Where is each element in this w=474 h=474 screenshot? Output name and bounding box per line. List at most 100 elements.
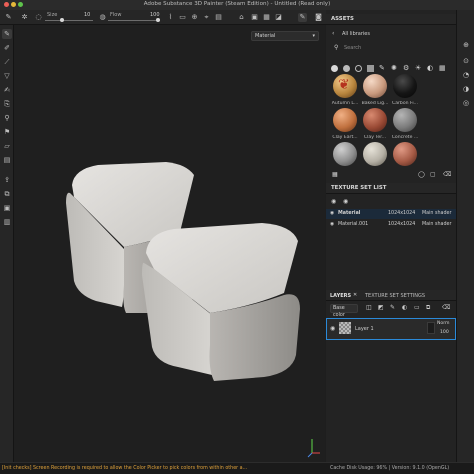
projection-tool-icon[interactable]: ⟋ <box>2 57 12 67</box>
add-paint-layer-icon[interactable]: ✎ <box>390 304 395 311</box>
add-effect-icon[interactable]: ◫ <box>366 304 372 311</box>
flow-slider[interactable] <box>108 20 160 21</box>
layer-mask-thumb <box>427 322 435 334</box>
display-icon[interactable]: ◑ <box>461 84 471 94</box>
delete-layer-icon[interactable]: ⌫ <box>442 304 450 311</box>
chevron-left-icon[interactable]: ‹ <box>332 30 334 37</box>
eye-icon[interactable]: ◉ <box>330 325 335 332</box>
tools-sidebar: ✎ ✐ ⟋ ▽ ✍ ⎘ ⚲ ⚑ ▱ ▤ ⇪ ⧉ ▣ ▥ <box>0 25 14 462</box>
add-mask-icon[interactable]: ◐ <box>402 304 407 311</box>
duplicate-icon[interactable]: ⧉ <box>426 304 430 312</box>
filter-shaders-icon[interactable]: ◐ <box>427 64 433 72</box>
scene-icon[interactable]: ⧉ <box>2 189 12 199</box>
filter-smart-materials-icon[interactable] <box>355 65 362 72</box>
assets-breadcrumb[interactable]: All libraries <box>342 31 370 37</box>
material-thumb[interactable] <box>333 142 357 166</box>
texture-set-name: Material <box>338 211 361 216</box>
cubes-render <box>66 162 320 458</box>
texture-set-row[interactable]: ◉ Material 1024x1024 Main shader <box>326 209 456 219</box>
eye-icon[interactable]: ◉ <box>330 220 334 230</box>
display-settings-icon[interactable]: ▣ <box>2 203 12 213</box>
camera-icon[interactable]: ⌂ <box>237 13 246 22</box>
tab-layers[interactable]: LAYERS <box>330 293 351 299</box>
grid-icon[interactable]: ▦ <box>262 13 271 22</box>
smudge-tool-icon[interactable]: ✍ <box>2 85 12 95</box>
texture-set-name: Material.001 <box>338 222 369 227</box>
clone-tool-icon[interactable]: ⎘ <box>2 99 12 109</box>
stroke-icon[interactable]: ⌇ <box>166 13 175 22</box>
cache-value: 96% <box>376 466 388 471</box>
filter-textures-icon[interactable] <box>367 65 374 72</box>
add-asset-icon[interactable]: ▢ <box>430 171 436 178</box>
paint-tool-icon[interactable]: ✎ <box>2 29 12 39</box>
add-icon[interactable]: ⊕ <box>461 40 471 50</box>
add-folder-icon[interactable]: ▭ <box>414 304 420 311</box>
refresh-icon[interactable]: ◯ <box>418 171 425 178</box>
version-label: Version: 9.1.0 (OpenGL) <box>391 466 450 471</box>
polygon-fill-icon[interactable]: ▱ <box>2 141 12 151</box>
filter-alphas-icon[interactable]: ▦ <box>439 64 446 72</box>
filter-particles-icon[interactable]: ✺ <box>391 64 397 72</box>
symmetry-icon[interactable]: ⊕ <box>190 13 199 22</box>
size-slider[interactable] <box>45 20 93 21</box>
texture-set-row[interactable]: ◉ Material.001 1024x1024 Main shader <box>326 220 456 230</box>
view-icon[interactable]: ▣ <box>250 13 259 22</box>
filter-all-icon[interactable] <box>331 65 338 72</box>
material-thumb[interactable] <box>393 74 417 98</box>
material-thumb[interactable] <box>393 142 417 166</box>
flow-icon: ◍ <box>99 13 106 21</box>
title-bar: Adobe Substance 3D Painter (Steam Editio… <box>0 0 474 10</box>
assets-search-input[interactable]: Search <box>344 45 361 51</box>
layer-opacity[interactable]: 100 <box>440 330 449 335</box>
delete-icon[interactable]: ⌫ <box>443 171 451 178</box>
layer-blend-mode[interactable]: Norm <box>437 321 450 326</box>
layer-name: Layer 1 <box>355 326 374 332</box>
filter-environment-icon[interactable]: ☀ <box>415 64 421 72</box>
grid-view-icon[interactable]: ▦ <box>332 171 338 178</box>
screenshot-icon[interactable]: ◙ <box>314 13 323 22</box>
channel-select[interactable]: Base color <box>330 304 358 318</box>
export-icon[interactable]: ⇪ <box>2 175 12 185</box>
filter-tools-icon[interactable]: ⚙ <box>403 64 409 72</box>
material-thumb[interactable] <box>363 74 387 98</box>
shader-settings-icon[interactable]: ◎ <box>461 98 471 108</box>
close-tab-icon[interactable]: ✕ <box>353 292 357 298</box>
visibility-icon[interactable]: ◉ <box>343 198 348 205</box>
visibility-icon[interactable]: ◉ <box>331 198 336 205</box>
history-icon[interactable]: ◔ <box>461 70 471 80</box>
3d-viewport[interactable]: Material ▾ <box>14 25 325 462</box>
geometry-mask-icon[interactable]: ▽ <box>2 71 12 81</box>
eraser-tool-icon[interactable]: ✐ <box>2 43 12 53</box>
material-thumb[interactable] <box>333 108 357 132</box>
alignment-icon[interactable]: ▭ <box>178 13 187 22</box>
properties-icon[interactable]: ⊙ <box>461 56 471 66</box>
right-panel: ASSETS ‹ All libraries ⚲ Search ✎ ✺ ⚙ ☀ … <box>326 10 456 462</box>
shader-icon[interactable]: ▥ <box>2 217 12 227</box>
material-label: Clay Eart... <box>332 135 358 140</box>
axis-gizmo <box>307 439 320 458</box>
material-thumb[interactable] <box>363 142 387 166</box>
tab-texture-set-settings[interactable]: TEXTURE SET SETTINGS <box>365 293 425 299</box>
color-picker-icon[interactable]: ⚲ <box>2 113 12 123</box>
lazy-mouse-icon[interactable]: ⌖ <box>202 13 211 22</box>
display-icon[interactable]: ▤ <box>214 13 223 22</box>
brush-icon[interactable]: ✎ <box>4 13 13 22</box>
paint-active-icon[interactable]: ✎ <box>298 13 307 22</box>
filter-brushes-icon[interactable]: ✎ <box>379 64 385 72</box>
settings-icon[interactable]: ✲ <box>20 13 29 22</box>
material-label: Concrete ... <box>391 135 419 140</box>
add-fill-layer-icon[interactable]: ◩ <box>378 304 384 311</box>
material-picker-icon[interactable]: ⚑ <box>2 127 12 137</box>
size-value[interactable]: 10 <box>84 12 90 18</box>
material-thumb[interactable] <box>363 108 387 132</box>
eye-icon[interactable]: ◉ <box>330 209 334 219</box>
bake-icon[interactable]: ▤ <box>2 155 12 165</box>
layer-row[interactable]: ◉ Layer 1 Norm 100 <box>326 318 456 340</box>
cube-material-001[interactable] <box>142 223 300 381</box>
texture-set-shader: Main shader <box>422 222 452 227</box>
render-mode-icon[interactable]: ◪ <box>274 13 283 22</box>
material-thumb[interactable] <box>393 108 417 132</box>
flow-slider-knob[interactable] <box>156 18 160 22</box>
size-slider-knob[interactable] <box>60 18 64 22</box>
filter-materials-icon[interactable] <box>343 65 350 72</box>
